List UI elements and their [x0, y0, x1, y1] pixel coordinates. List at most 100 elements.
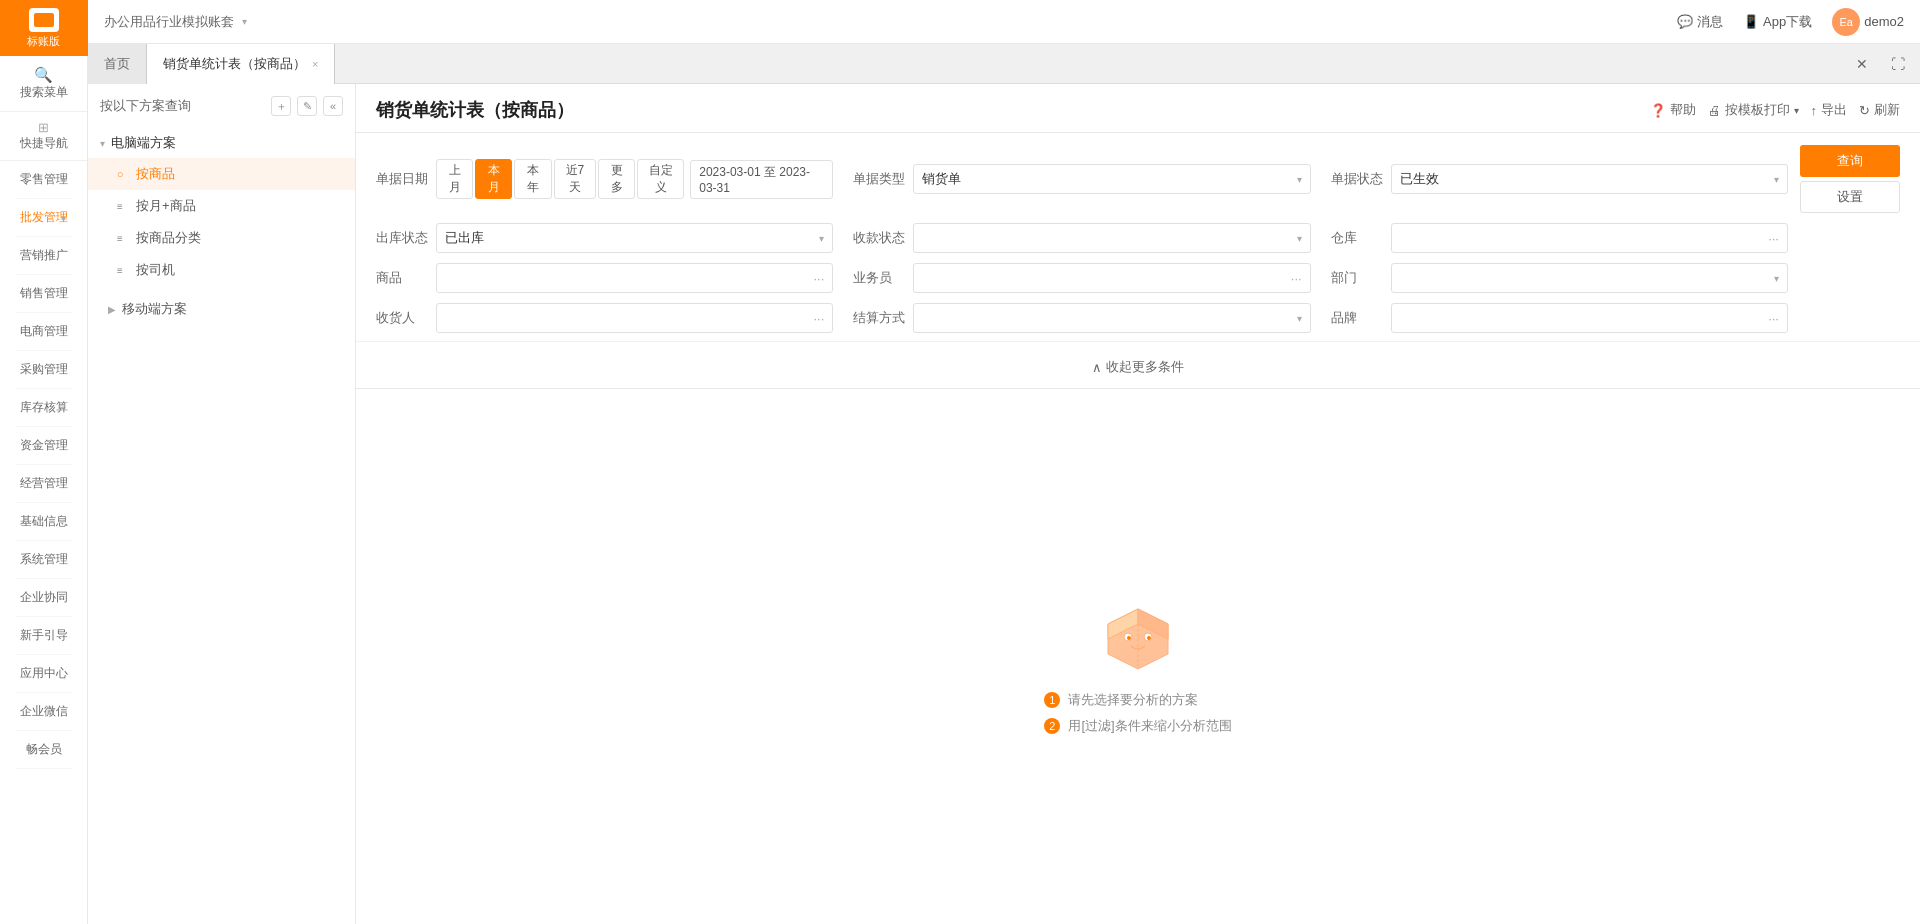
sidebar-item-0[interactable]: 零售管理▾	[16, 161, 72, 199]
settlement-label: 结算方式	[853, 309, 913, 327]
workspace-dropdown-icon[interactable]: ▾	[242, 16, 247, 27]
out-status-label: 出库状态	[376, 229, 436, 247]
filter-inner: 单据日期 上月 本月 本年 近7天 更多 自定义 20	[356, 133, 1920, 333]
section-desktop-title[interactable]: ▾ 电脑端方案	[88, 128, 355, 158]
refresh-btn[interactable]: ↻ 刷新	[1859, 101, 1900, 119]
workspace-area: 办公用品行业模拟账套 ▾	[104, 13, 247, 31]
tab-bar-actions: ✕ ⛶	[1848, 50, 1920, 78]
user-menu[interactable]: Ea demo2	[1832, 8, 1904, 36]
product-control[interactable]: ···	[436, 263, 833, 293]
sidebar-item-8[interactable]: 经营管理	[16, 465, 72, 503]
dept-arrow-icon: ▾	[1774, 273, 1779, 284]
sidebar-item-14[interactable]: 企业微信	[16, 693, 72, 731]
app-name: 标账版	[27, 34, 60, 49]
download-icon: 📱	[1743, 14, 1759, 29]
filter-row-2: 出库状态 已出库 ▾ 收款状态 ▾	[376, 223, 1900, 253]
scheme-item-by-month-product[interactable]: ≡ 按月+商品	[88, 190, 355, 222]
sales-person-dots-icon: ···	[1291, 271, 1302, 286]
panel-add-btn[interactable]: ＋	[271, 96, 291, 116]
help-btn[interactable]: ❓ 帮助	[1650, 101, 1696, 119]
scheme-item-by-product[interactable]: ○ 按商品	[88, 158, 355, 190]
doc-status-arrow-icon: ▾	[1774, 174, 1779, 185]
settings-btn[interactable]: 设置	[1800, 181, 1900, 213]
sidebar-item-2[interactable]: 营销推广	[16, 237, 72, 275]
date-btn-custom[interactable]: 自定义	[637, 159, 684, 199]
sidebar-item-5[interactable]: 采购管理	[16, 351, 72, 389]
settlement-arrow-icon: ▾	[1297, 313, 1302, 324]
sidebar-item-11[interactable]: 企业协同	[16, 579, 72, 617]
sidebar-item-9[interactable]: 基础信息	[16, 503, 72, 541]
sidebar-item-1[interactable]: 批发管理▾	[16, 199, 72, 237]
mobile-section-arrow: ▶	[108, 304, 116, 315]
tab-close-window-btn[interactable]: ✕	[1848, 50, 1876, 78]
message-label: 消息	[1697, 13, 1723, 31]
filter-row-4: 收货人 ··· 结算方式 ▾	[376, 303, 1900, 333]
sidebar-item-search[interactable]: 🔍 搜索菜单	[0, 56, 87, 112]
sidebar-item-3[interactable]: 销售管理	[16, 275, 72, 313]
title-actions: ❓ 帮助 🖨 按模板打印 ▾ ↑ 导出 ↻ 刷新	[1650, 101, 1901, 119]
scheme-label-2: 按月+商品	[136, 197, 196, 215]
settlement-control[interactable]: ▾	[913, 303, 1310, 333]
tip-num-1: 1	[1044, 692, 1060, 708]
sidebar-item-6[interactable]: 库存核算	[16, 389, 72, 427]
tab-active[interactable]: 销货单统计表（按商品） ×	[147, 44, 335, 84]
scheme-icon-3: ≡	[112, 230, 128, 246]
filter-payment-status-field: 收款状态 ▾	[853, 223, 1310, 253]
brand-control[interactable]: ···	[1391, 303, 1788, 333]
scheme-item-by-category[interactable]: ≡ 按商品分类	[88, 222, 355, 254]
scheme-item-by-driver[interactable]: ≡ 按司机	[88, 254, 355, 286]
page-title: 销货单统计表（按商品）	[376, 98, 574, 122]
receiver-label: 收货人	[376, 309, 436, 327]
tab-close-icon[interactable]: ×	[312, 58, 318, 70]
collapse-btn[interactable]: ∧ 收起更多条件	[1092, 352, 1184, 382]
active-tab-label: 销货单统计表（按商品）	[163, 55, 306, 73]
top-header: 办公用品行业模拟账套 ▾ 💬 消息 📱 App下载 Ea demo2	[88, 0, 1920, 44]
sidebar-item-nav[interactable]: ⊞ 快捷导航	[0, 112, 87, 161]
tab-bar: 首页 销货单统计表（按商品） × ✕ ⛶	[88, 44, 1920, 84]
query-btn[interactable]: 查询	[1800, 145, 1900, 177]
sidebar-item-13[interactable]: 应用中心	[16, 655, 72, 693]
brand-label: 品牌	[1331, 309, 1391, 327]
sidebar-item-12[interactable]: 新手引导	[16, 617, 72, 655]
out-status-control[interactable]: 已出库 ▾	[436, 223, 833, 253]
scheme-label-4: 按司机	[136, 261, 175, 279]
sales-person-control[interactable]: ···	[913, 263, 1310, 293]
print-btn[interactable]: 🖨 按模板打印 ▾	[1708, 101, 1799, 119]
svg-point-6	[1127, 636, 1131, 640]
dept-control[interactable]: ▾	[1391, 263, 1788, 293]
app-logo: 标账版	[0, 0, 88, 56]
date-btn-this-year[interactable]: 本年	[514, 159, 551, 199]
date-btn-more[interactable]: 更多	[598, 159, 635, 199]
tab-maximize-btn[interactable]: ⛶	[1884, 50, 1912, 78]
filter-row-1: 单据日期 上月 本月 本年 近7天 更多 自定义 20	[376, 145, 1900, 213]
doc-type-control[interactable]: 销货单 ▾	[913, 164, 1310, 194]
panel-section-mobile: ▶ 移动端方案	[88, 290, 355, 328]
sidebar-item-4[interactable]: 电商管理	[16, 313, 72, 351]
sales-person-label: 业务员	[853, 269, 913, 287]
panel-edit-btn[interactable]: ✎	[297, 96, 317, 116]
section-mobile-title[interactable]: ▶ 移动端方案	[88, 294, 355, 324]
scheme-label-3: 按商品分类	[136, 229, 201, 247]
content-area: 按以下方案查询 ＋ ✎ « ▾ 电脑端方案 ○ 按商品 ≡ 按	[88, 84, 1920, 924]
date-btn-last-month[interactable]: 上月	[436, 159, 473, 199]
export-btn[interactable]: ↑ 导出	[1811, 101, 1848, 119]
warehouse-control[interactable]: ···	[1391, 223, 1788, 253]
sidebar-item-10[interactable]: 系统管理	[16, 541, 72, 579]
filter-settlement-field: 结算方式 ▾	[853, 303, 1310, 333]
receiver-control[interactable]: ···	[436, 303, 833, 333]
payment-status-control[interactable]: ▾	[913, 223, 1310, 253]
sidebar-item-15[interactable]: 畅会员	[16, 731, 72, 769]
print-arrow-icon: ▾	[1794, 105, 1799, 116]
empty-illustration	[1088, 579, 1188, 679]
app-download-btn[interactable]: 📱 App下载	[1743, 13, 1812, 31]
logo-icon	[29, 8, 59, 32]
tab-home[interactable]: 首页	[88, 44, 147, 84]
message-btn[interactable]: 💬 消息	[1677, 13, 1723, 31]
sidebar-item-arrow-0: ▾	[61, 174, 66, 185]
panel-collapse-btn[interactable]: «	[323, 96, 343, 116]
date-btn-this-month[interactable]: 本月	[475, 159, 512, 199]
date-btn-7days[interactable]: 近7天	[554, 159, 597, 199]
sidebar-item-7[interactable]: 资金管理	[16, 427, 72, 465]
collapse-chevron-icon: ∧	[1092, 360, 1102, 375]
doc-status-control[interactable]: 已生效 ▾	[1391, 164, 1788, 194]
